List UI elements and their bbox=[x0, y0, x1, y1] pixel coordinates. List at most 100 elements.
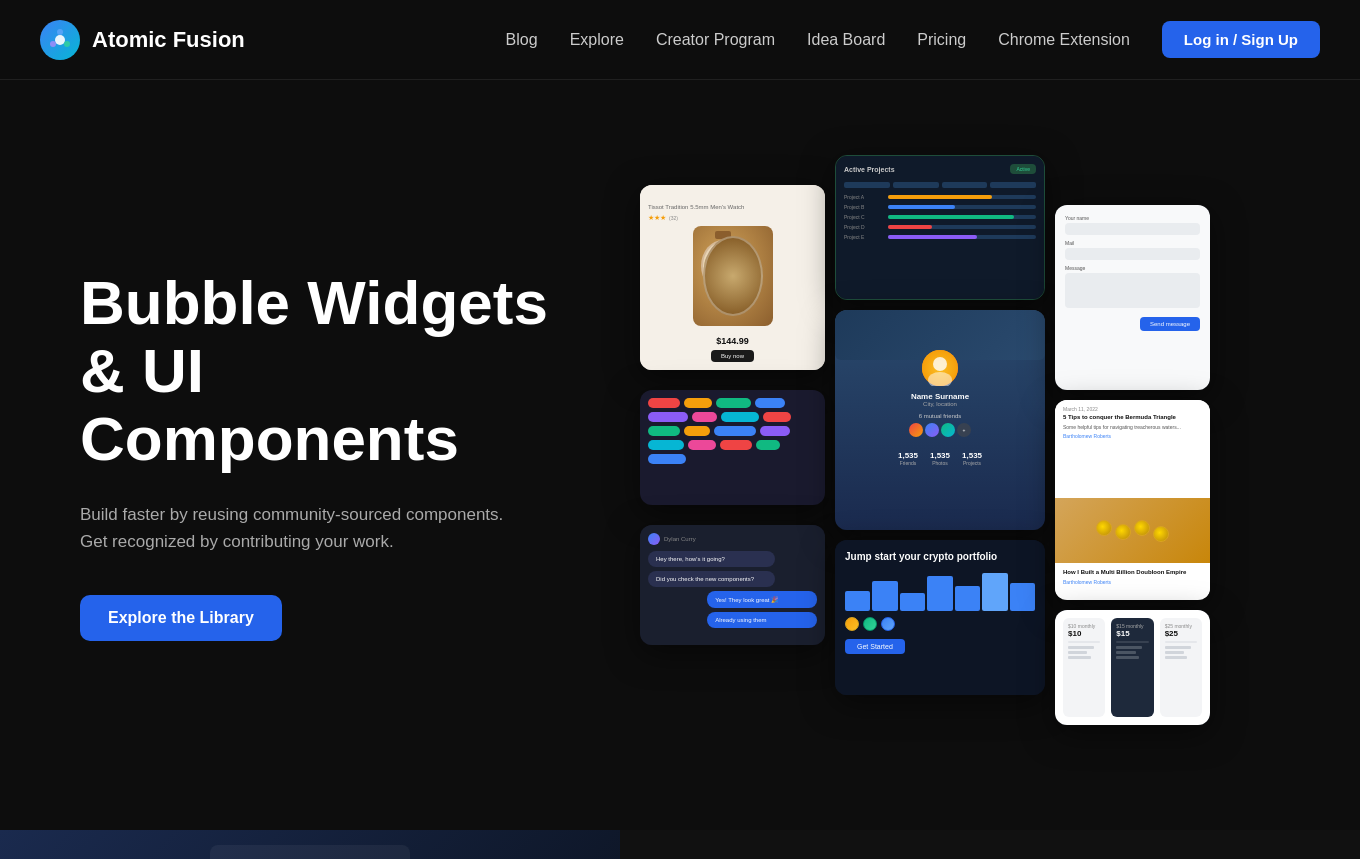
bottom-right-text: Get the Chrome Extension bbox=[620, 826, 1360, 859]
svg-rect-11 bbox=[715, 293, 731, 301]
dashboard-row: Project E bbox=[844, 234, 1036, 240]
profile-location: City, location bbox=[923, 401, 957, 407]
form-submit-button[interactable]: Send message bbox=[1140, 317, 1200, 331]
watch-image bbox=[693, 226, 773, 326]
crypto-card: Jump start your crypto portfolio Get Sta… bbox=[835, 540, 1045, 695]
explore-library-button[interactable]: Explore the Library bbox=[80, 595, 282, 641]
crypto-bar bbox=[982, 573, 1007, 611]
coin-4 bbox=[1153, 526, 1169, 542]
logo-icon bbox=[40, 20, 80, 60]
stat-friends-value: 1,535 bbox=[898, 451, 918, 460]
profile-inner: Name Surname City, location 6 mutual fri… bbox=[835, 310, 1045, 530]
tag-pill bbox=[648, 398, 680, 408]
blog-image-2 bbox=[1055, 498, 1210, 563]
crypto-cta-button[interactable]: Get Started bbox=[845, 639, 905, 654]
navbar: Atomic Fusion Blog Explore Creator Progr… bbox=[0, 0, 1360, 80]
crypto-bar bbox=[927, 576, 952, 611]
svg-point-8 bbox=[709, 252, 737, 280]
blog-coins bbox=[1096, 520, 1169, 542]
blog-headline-1: 5 Tips to conquer the Bermuda Triangle bbox=[1063, 414, 1202, 422]
crypto-inner: Jump start your crypto portfolio Get Sta… bbox=[835, 540, 1045, 695]
crypto-chart bbox=[845, 571, 1035, 611]
pricing-feature bbox=[1116, 656, 1139, 659]
logo[interactable]: Atomic Fusion bbox=[40, 20, 245, 60]
tag-pill bbox=[714, 426, 756, 436]
dashboard-title: Active Projects bbox=[844, 166, 895, 173]
tag-pill bbox=[648, 412, 688, 422]
mutual-avatar bbox=[909, 423, 923, 437]
crypto-bar bbox=[900, 593, 925, 611]
hero-subtitle-line2: Get recognized by contributing your work… bbox=[80, 532, 394, 551]
pricing-enterprise: $25 monthly $25 bbox=[1160, 618, 1202, 717]
tag-pill bbox=[648, 440, 684, 450]
screenshots-grid: Tissot Tradition 5.5mm Men's Watch ★★★ (… bbox=[640, 155, 1320, 755]
nav-link-idea[interactable]: Idea Board bbox=[807, 31, 885, 49]
blog-body-1: Some helpful tips for navigating treache… bbox=[1063, 424, 1202, 431]
pricing-feature bbox=[1165, 651, 1184, 654]
mutual-friends-avatars: + bbox=[909, 423, 971, 437]
watch-buy-button[interactable]: Buy now bbox=[711, 350, 754, 362]
tag-pill bbox=[684, 426, 710, 436]
form-name-field bbox=[1065, 223, 1200, 235]
tag-pill bbox=[756, 440, 780, 450]
watch-card-inner: Tissot Tradition 5.5mm Men's Watch ★★★ (… bbox=[640, 185, 825, 370]
svg-point-13 bbox=[933, 357, 947, 371]
dashboard-card: Active Projects Active Project A Project… bbox=[835, 155, 1045, 300]
tag-pill bbox=[763, 412, 791, 422]
tag-pill bbox=[760, 426, 790, 436]
blog-author-1: Bartholomew Roberts bbox=[1063, 433, 1202, 439]
login-signup-button[interactable]: Log in / Sign Up bbox=[1162, 21, 1320, 58]
nav-link-creator[interactable]: Creator Program bbox=[656, 31, 775, 49]
tag-pill bbox=[648, 454, 686, 464]
crypto-bar bbox=[1010, 583, 1035, 611]
tags-card bbox=[640, 390, 825, 505]
nav-link-blog[interactable]: Blog bbox=[506, 31, 538, 49]
dashboard-badge: Active bbox=[1010, 164, 1036, 174]
tag-pill bbox=[684, 398, 712, 408]
form-msg-label: Message bbox=[1065, 265, 1200, 271]
pricing-card: $10 monthly $10 $15 monthly $15 $25 bbox=[1055, 610, 1210, 725]
dashboard-row: Project C bbox=[844, 214, 1036, 220]
tag-pill bbox=[721, 412, 759, 422]
pricing-pro-amount: $15 bbox=[1116, 629, 1148, 638]
pricing-divider bbox=[1165, 641, 1197, 643]
hero-subtitle-line1: Build faster by reusing community-source… bbox=[80, 505, 503, 524]
pricing-free-amount: $10 bbox=[1068, 629, 1100, 638]
tag-pill bbox=[716, 398, 751, 408]
pricing-feature bbox=[1165, 656, 1188, 659]
hero-section: Bubble Widgets & UI Components Build fas… bbox=[0, 80, 1360, 830]
profile-mutual: 6 mutual friends bbox=[919, 413, 962, 419]
chat-message-me: Yes! They look great 🎉 bbox=[707, 591, 817, 608]
tag-pill bbox=[755, 398, 785, 408]
dashboard-inner: Active Projects Active Project A Project… bbox=[836, 156, 1044, 299]
watch-card: Tissot Tradition 5.5mm Men's Watch ★★★ (… bbox=[640, 185, 825, 370]
blog-card: March 11, 2022 5 Tips to conquer the Ber… bbox=[1055, 400, 1210, 600]
stat-projects-value: 1,535 bbox=[962, 451, 982, 460]
pricing-feature bbox=[1165, 646, 1191, 649]
tag-pill bbox=[720, 440, 752, 450]
profile-avatar-image bbox=[922, 350, 958, 386]
crypto-bar bbox=[872, 581, 897, 611]
blog-author-2: Bartholomew Roberts bbox=[1063, 579, 1202, 585]
crypto-title: Jump start your crypto portfolio bbox=[845, 550, 1035, 563]
stat-projects-label: Projects bbox=[963, 460, 981, 466]
profile-name: Name Surname bbox=[911, 392, 969, 401]
nav-link-chrome[interactable]: Chrome Extension bbox=[998, 31, 1130, 49]
tags-grid bbox=[640, 390, 825, 472]
stat-photos-value: 1,535 bbox=[930, 451, 950, 460]
tag-pill bbox=[648, 426, 680, 436]
form-inner: Your name Mail Message Send message bbox=[1055, 205, 1210, 390]
svg-point-2 bbox=[64, 41, 70, 47]
chat-message-other: Did you check the new components? bbox=[648, 571, 775, 587]
bottom-section: Chrome Extension Preview Get the Chrome … bbox=[0, 830, 1360, 859]
nav-link-explore[interactable]: Explore bbox=[570, 31, 624, 49]
stat-friends-label: Friends bbox=[900, 460, 917, 466]
svg-rect-4 bbox=[715, 231, 731, 239]
pricing-divider bbox=[1116, 641, 1148, 643]
svg-point-5 bbox=[701, 240, 745, 292]
nav-link-pricing[interactable]: Pricing bbox=[917, 31, 966, 49]
pricing-pro: $15 monthly $15 bbox=[1111, 618, 1153, 717]
pricing-feature bbox=[1116, 651, 1135, 654]
stat-photos-label: Photos bbox=[932, 460, 948, 466]
stat-projects: 1,535 Projects bbox=[962, 451, 982, 466]
